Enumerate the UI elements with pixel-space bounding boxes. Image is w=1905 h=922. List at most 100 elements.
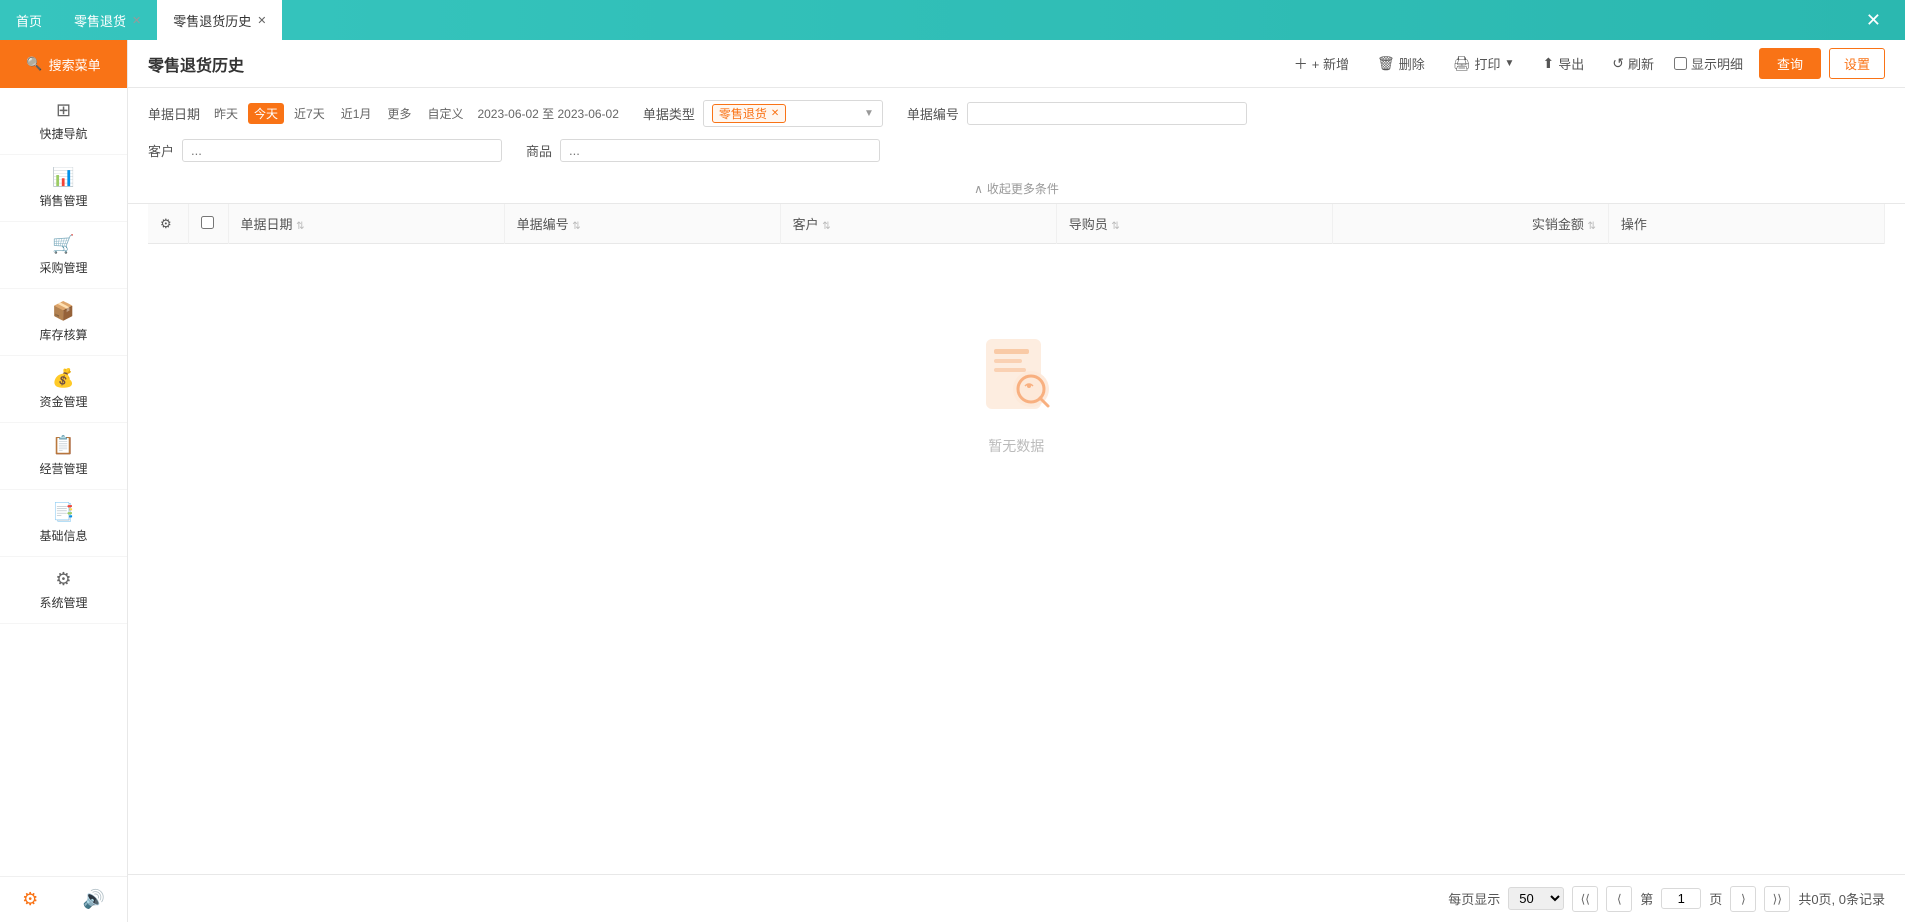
sidebar-item-quicknav[interactable]: ⊞ 快捷导航 xyxy=(0,88,127,155)
sidebar-item-basic-label: 基础信息 xyxy=(39,527,87,544)
sidebar-item-inventory[interactable]: 📦 库存核算 xyxy=(0,289,127,356)
date-filter-label: 单据日期 xyxy=(148,104,200,123)
settings-button[interactable]: 设置 xyxy=(1829,48,1885,79)
tab-retail-return-close[interactable]: ✕ xyxy=(132,14,141,27)
delete-button[interactable]: 🗑 删除 xyxy=(1369,50,1433,77)
page-size-select[interactable]: 20 50 100 xyxy=(1508,887,1564,910)
voucher-filter: 单据编号 xyxy=(907,102,1247,125)
tab-home-label: 首页 xyxy=(16,11,42,30)
sidebar-item-finance[interactable]: 💰 资金管理 xyxy=(0,356,127,423)
next-page-button[interactable]: ⟩ xyxy=(1730,886,1756,912)
th-checkbox[interactable] xyxy=(188,204,228,244)
th-guide[interactable]: 导购员 ⇅ xyxy=(1056,204,1332,244)
sidebar-item-purchase[interactable]: 🛒 采购管理 xyxy=(0,222,127,289)
type-filter-label: 单据类型 xyxy=(643,104,695,123)
date-filter: 单据日期 昨天 今天 近7天 近1月 更多 自定义 2023-06-02 至 2… xyxy=(148,103,619,124)
collapse-bar[interactable]: ∧ 收起更多条件 xyxy=(148,174,1885,203)
type-select[interactable]: 零售退货 ✕ ▼ xyxy=(703,100,883,127)
system-icon: ⚙ xyxy=(55,569,71,590)
first-page-button[interactable]: ⟨⟨ xyxy=(1572,886,1598,912)
date-opt-custom[interactable]: 自定义 xyxy=(421,103,469,124)
search-menu-label: 搜索菜单 xyxy=(49,55,101,74)
type-select-arrow: ▼ xyxy=(864,108,874,119)
delete-label: 删除 xyxy=(1399,54,1425,73)
show-detail-checkbox-label[interactable]: 显示明细 xyxy=(1674,54,1743,73)
table-header-row: ⚙ 单据日期 ⇅ 单据编号 ⇅ xyxy=(148,204,1885,244)
column-settings-icon[interactable]: ⚙ xyxy=(160,216,172,231)
sidebar-item-quicknav-label: 快捷导航 xyxy=(39,125,87,142)
export-button[interactable]: ⬆ 导出 xyxy=(1534,50,1592,77)
th-amount-sort[interactable]: ⇅ xyxy=(1588,221,1596,232)
operations-icon: 📋 xyxy=(52,435,74,456)
query-button[interactable]: 查询 xyxy=(1759,48,1821,79)
export-label: 导出 xyxy=(1558,54,1584,73)
new-button[interactable]: ＋ + 新增 xyxy=(1286,50,1357,78)
th-date[interactable]: 单据日期 ⇅ xyxy=(228,204,504,244)
print-icon: 🖨 xyxy=(1453,55,1471,72)
tab-retail-return-history-close[interactable]: ✕ xyxy=(257,14,266,27)
help-bottom-icon[interactable]: 🔊 xyxy=(82,889,104,910)
th-date-label: 单据日期 xyxy=(241,217,293,232)
show-detail-checkbox[interactable] xyxy=(1674,57,1687,70)
content-area: 零售退货历史 ＋ + 新增 🗑 删除 🖨 打印 ▼ ⬆ 导出 xyxy=(128,40,1905,922)
refresh-button[interactable]: ↺ 刷新 xyxy=(1604,50,1662,77)
voucher-input[interactable] xyxy=(967,102,1247,125)
th-number-label: 单据编号 xyxy=(517,217,569,232)
customer-input[interactable] xyxy=(182,139,502,162)
date-opt-1month[interactable]: 近1月 xyxy=(335,103,378,124)
page-label: 第 xyxy=(1640,889,1653,908)
action-buttons: 查询 设置 xyxy=(1759,48,1885,79)
date-opt-today[interactable]: 今天 xyxy=(248,103,284,124)
page-unit: 页 xyxy=(1709,889,1722,908)
tab-retail-return[interactable]: 零售退货 ✕ xyxy=(58,0,157,40)
type-tag-close[interactable]: ✕ xyxy=(771,108,779,119)
th-action: 操作 xyxy=(1608,204,1884,244)
sidebar: 🔍 搜索菜单 ⊞ 快捷导航 📊 销售管理 🛒 采购管理 📦 库存核算 💰 资金管… xyxy=(0,40,128,922)
search-menu[interactable]: 🔍 搜索菜单 xyxy=(0,40,127,88)
th-customer-sort[interactable]: ⇅ xyxy=(822,221,830,232)
new-icon: ＋ xyxy=(1294,54,1308,74)
sidebar-item-system[interactable]: ⚙ 系统管理 xyxy=(0,557,127,624)
settings-bottom-icon[interactable]: ⚙ xyxy=(22,889,38,910)
sidebar-item-sales[interactable]: 📊 销售管理 xyxy=(0,155,127,222)
print-label: 打印 xyxy=(1475,54,1501,73)
refresh-icon: ↺ xyxy=(1612,55,1624,72)
sidebar-item-finance-label: 资金管理 xyxy=(39,393,87,410)
th-number-sort[interactable]: ⇅ xyxy=(572,221,580,232)
toolbar: ＋ + 新增 🗑 删除 🖨 打印 ▼ ⬆ 导出 ↺ xyxy=(1286,50,1743,78)
th-customer[interactable]: 客户 ⇅ xyxy=(780,204,1056,244)
tab-retail-return-label: 零售退货 xyxy=(74,11,126,30)
new-label: + 新增 xyxy=(1312,54,1349,73)
select-all-checkbox[interactable] xyxy=(201,216,214,229)
print-button[interactable]: 🖨 打印 ▼ xyxy=(1445,50,1523,77)
data-table: ⚙ 单据日期 ⇅ 单据编号 ⇅ xyxy=(148,204,1885,536)
sidebar-item-basic[interactable]: 📑 基础信息 xyxy=(0,490,127,557)
collapse-icon: ∧ xyxy=(974,182,983,196)
filter-area: 单据日期 昨天 今天 近7天 近1月 更多 自定义 2023-06-02 至 2… xyxy=(128,88,1905,204)
date-opt-more[interactable]: 更多 xyxy=(381,103,417,124)
filter-row-2: 客户 商品 xyxy=(148,139,1885,162)
th-amount[interactable]: 实销金额 ⇅ xyxy=(1332,204,1608,244)
window-close-button[interactable]: ✕ xyxy=(1858,6,1889,35)
page-number-input[interactable] xyxy=(1661,888,1701,909)
sidebar-item-purchase-label: 采购管理 xyxy=(39,259,87,276)
th-amount-label: 实销金额 xyxy=(1532,217,1584,232)
th-guide-sort[interactable]: ⇅ xyxy=(1111,221,1119,232)
last-page-button[interactable]: ⟩⟩ xyxy=(1764,886,1790,912)
sidebar-item-system-label: 系统管理 xyxy=(39,594,87,611)
tab-retail-return-history[interactable]: 零售退货历史 ✕ xyxy=(157,0,282,40)
prev-page-button[interactable]: ⟨ xyxy=(1606,886,1632,912)
date-opt-7days[interactable]: 近7天 xyxy=(288,103,331,124)
goods-input[interactable] xyxy=(560,139,880,162)
date-opt-yesterday[interactable]: 昨天 xyxy=(208,103,244,124)
th-date-sort[interactable]: ⇅ xyxy=(296,221,304,232)
th-settings[interactable]: ⚙ xyxy=(148,204,188,244)
th-number[interactable]: 单据编号 ⇅ xyxy=(504,204,780,244)
type-tag-label: 零售退货 xyxy=(719,105,767,122)
tab-home[interactable]: 首页 xyxy=(0,0,58,40)
sidebar-item-operations[interactable]: 📋 经营管理 xyxy=(0,423,127,490)
page-title: 零售退货历史 xyxy=(148,52,1286,76)
voucher-filter-label: 单据编号 xyxy=(907,104,959,123)
th-guide-label: 导购员 xyxy=(1069,217,1108,232)
refresh-label: 刷新 xyxy=(1628,54,1654,73)
